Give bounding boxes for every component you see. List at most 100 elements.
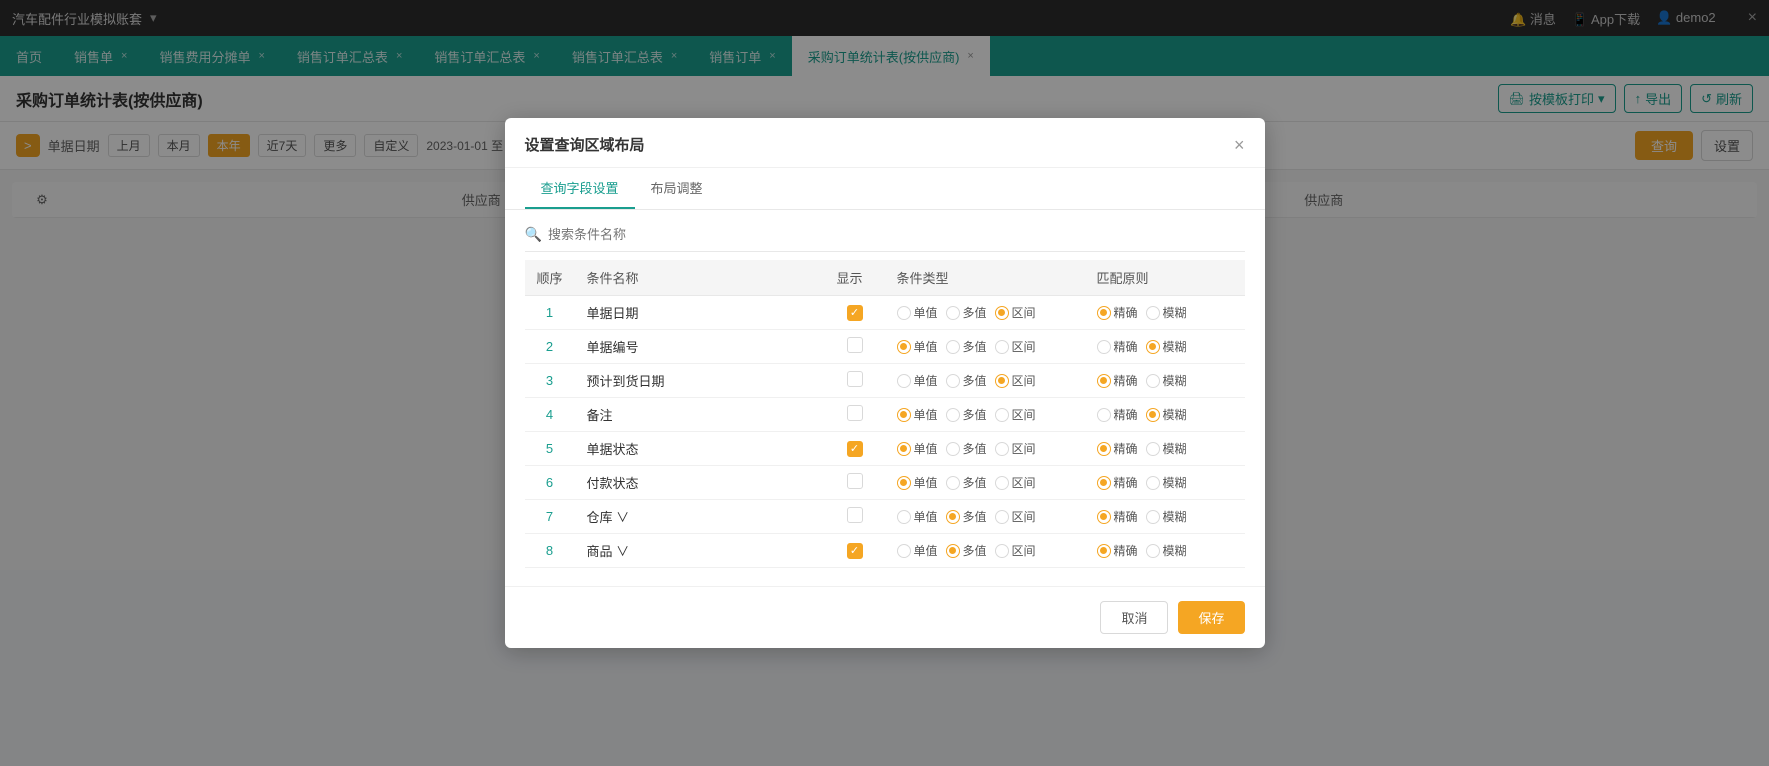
row-type: 单值多值区间	[885, 364, 1085, 398]
table-row: 7仓库 ∨单值多值区间精确模糊	[525, 500, 1245, 534]
type-radio-type_multi[interactable]: 多值	[946, 508, 987, 525]
type-radio-type_range[interactable]: 区间	[995, 508, 1036, 525]
match-radio-match_exact[interactable]: 精确	[1097, 474, 1138, 491]
match-radio-match_fuzzy[interactable]: 模糊	[1146, 508, 1187, 525]
radio-circle	[995, 510, 1009, 524]
type-radio-type_single[interactable]: 单值	[897, 372, 938, 389]
type-radio-type_range[interactable]: 区间	[995, 304, 1036, 321]
conditions-table-head: 顺序 条件名称 显示 条件类型 匹配原则	[525, 260, 1245, 296]
type-radio-type_single[interactable]: 单值	[897, 440, 938, 457]
type-radio-type_single[interactable]: 单值	[897, 508, 938, 525]
radio-circle	[946, 374, 960, 388]
tab-layout-adjust[interactable]: 布局调整	[635, 168, 719, 209]
radio-circle	[995, 340, 1009, 354]
type-radio-type_multi[interactable]: 多值	[946, 542, 987, 559]
row-order: 1	[525, 296, 575, 330]
row-name: 单据日期	[575, 296, 825, 330]
type-radio-type_range[interactable]: 区间	[995, 474, 1036, 491]
show-checkbox[interactable]	[847, 543, 863, 559]
table-row: 1单据日期 单值多值区间 精确模糊	[525, 296, 1245, 330]
radio-circle	[1097, 374, 1111, 388]
radio-circle	[1146, 306, 1160, 320]
type-radio-type_range[interactable]: 区间	[995, 338, 1036, 355]
row-type: 单值多值区间	[885, 398, 1085, 432]
row-show	[825, 398, 885, 432]
show-checkbox[interactable]	[847, 337, 863, 353]
match-radio-match_exact[interactable]: 精确	[1097, 304, 1138, 321]
match-radio-match_fuzzy[interactable]: 模糊	[1146, 406, 1187, 423]
match-radio-match_fuzzy[interactable]: 模糊	[1146, 304, 1187, 321]
type-radio-type_multi[interactable]: 多值	[946, 304, 987, 321]
radio-circle	[946, 408, 960, 422]
type-radio-type_multi[interactable]: 多值	[946, 474, 987, 491]
table-row: 4备注单值多值区间精确模糊	[525, 398, 1245, 432]
radio-circle	[897, 306, 911, 320]
row-match: 精确模糊	[1085, 364, 1245, 398]
radio-circle	[995, 374, 1009, 388]
type-radio-type_multi[interactable]: 多值	[946, 372, 987, 389]
match-radio-match_exact[interactable]: 精确	[1097, 440, 1138, 457]
search-input[interactable]	[548, 227, 1245, 242]
match-radio-match_exact[interactable]: 精确	[1097, 338, 1138, 355]
type-radio-type_range[interactable]: 区间	[995, 542, 1036, 559]
match-radio-match_fuzzy[interactable]: 模糊	[1146, 440, 1187, 457]
type-radio-type_multi[interactable]: 多值	[946, 338, 987, 355]
type-radio-type_multi[interactable]: 多值	[946, 406, 987, 423]
radio-circle	[1146, 374, 1160, 388]
row-show	[825, 330, 885, 364]
show-checkbox[interactable]	[847, 441, 863, 457]
match-radio-match_fuzzy[interactable]: 模糊	[1146, 542, 1187, 559]
row-name: 属性 ∨	[575, 568, 825, 571]
radio-circle	[897, 510, 911, 524]
save-button[interactable]: 保存	[1178, 601, 1244, 634]
type-radio-type_single[interactable]: 单值	[897, 406, 938, 423]
row-match: 精确模糊	[1085, 398, 1245, 432]
row-match: 精确模糊	[1085, 568, 1245, 571]
type-radio-type_single[interactable]: 单值	[897, 304, 938, 321]
type-radio-type_range[interactable]: 区间	[995, 406, 1036, 423]
match-radio-match_exact[interactable]: 精确	[1097, 542, 1138, 559]
match-radio-match_exact[interactable]: 精确	[1097, 372, 1138, 389]
match-radio-match_fuzzy[interactable]: 模糊	[1146, 372, 1187, 389]
radio-circle	[1097, 306, 1111, 320]
show-checkbox[interactable]	[847, 371, 863, 387]
row-show	[825, 568, 885, 571]
match-radio-match_fuzzy[interactable]: 模糊	[1146, 338, 1187, 355]
type-radio-type_single[interactable]: 单值	[897, 338, 938, 355]
conditions-tbody: 1单据日期单值多值区间精确模糊2单据编号单值多值区间精确模糊3预计到货日期单值多…	[525, 296, 1245, 571]
row-order: 3	[525, 364, 575, 398]
radio-circle	[995, 476, 1009, 490]
row-name: 预计到货日期	[575, 364, 825, 398]
row-match: 精确模糊	[1085, 466, 1245, 500]
radio-circle	[995, 306, 1009, 320]
type-radio-type_range[interactable]: 区间	[995, 440, 1036, 457]
show-checkbox[interactable]	[847, 473, 863, 489]
radio-circle	[1146, 544, 1160, 558]
tab-query-fields[interactable]: 查询字段设置	[525, 168, 635, 209]
search-box: 🔍	[525, 226, 1245, 252]
radio-circle	[897, 544, 911, 558]
radio-circle	[1097, 544, 1111, 558]
row-show	[825, 432, 885, 466]
cancel-button[interactable]: 取消	[1100, 601, 1168, 634]
type-radio-type_single[interactable]: 单值	[897, 542, 938, 559]
row-name: 单据状态	[575, 432, 825, 466]
match-radio-match_exact[interactable]: 精确	[1097, 508, 1138, 525]
type-radio-type_single[interactable]: 单值	[897, 474, 938, 491]
show-checkbox[interactable]	[847, 305, 863, 321]
radio-circle	[946, 476, 960, 490]
row-order: 5	[525, 432, 575, 466]
radio-circle	[1097, 442, 1111, 456]
show-checkbox[interactable]	[847, 405, 863, 421]
radio-circle	[995, 408, 1009, 422]
row-order: 9	[525, 568, 575, 571]
row-order: 2	[525, 330, 575, 364]
table-row: 5单据状态 单值多值区间 精确模糊	[525, 432, 1245, 466]
radio-circle	[1146, 442, 1160, 456]
show-checkbox[interactable]	[847, 507, 863, 523]
type-radio-type_range[interactable]: 区间	[995, 372, 1036, 389]
match-radio-match_fuzzy[interactable]: 模糊	[1146, 474, 1187, 491]
type-radio-type_multi[interactable]: 多值	[946, 440, 987, 457]
modal-close-button[interactable]: ×	[1234, 136, 1245, 154]
match-radio-match_exact[interactable]: 精确	[1097, 406, 1138, 423]
